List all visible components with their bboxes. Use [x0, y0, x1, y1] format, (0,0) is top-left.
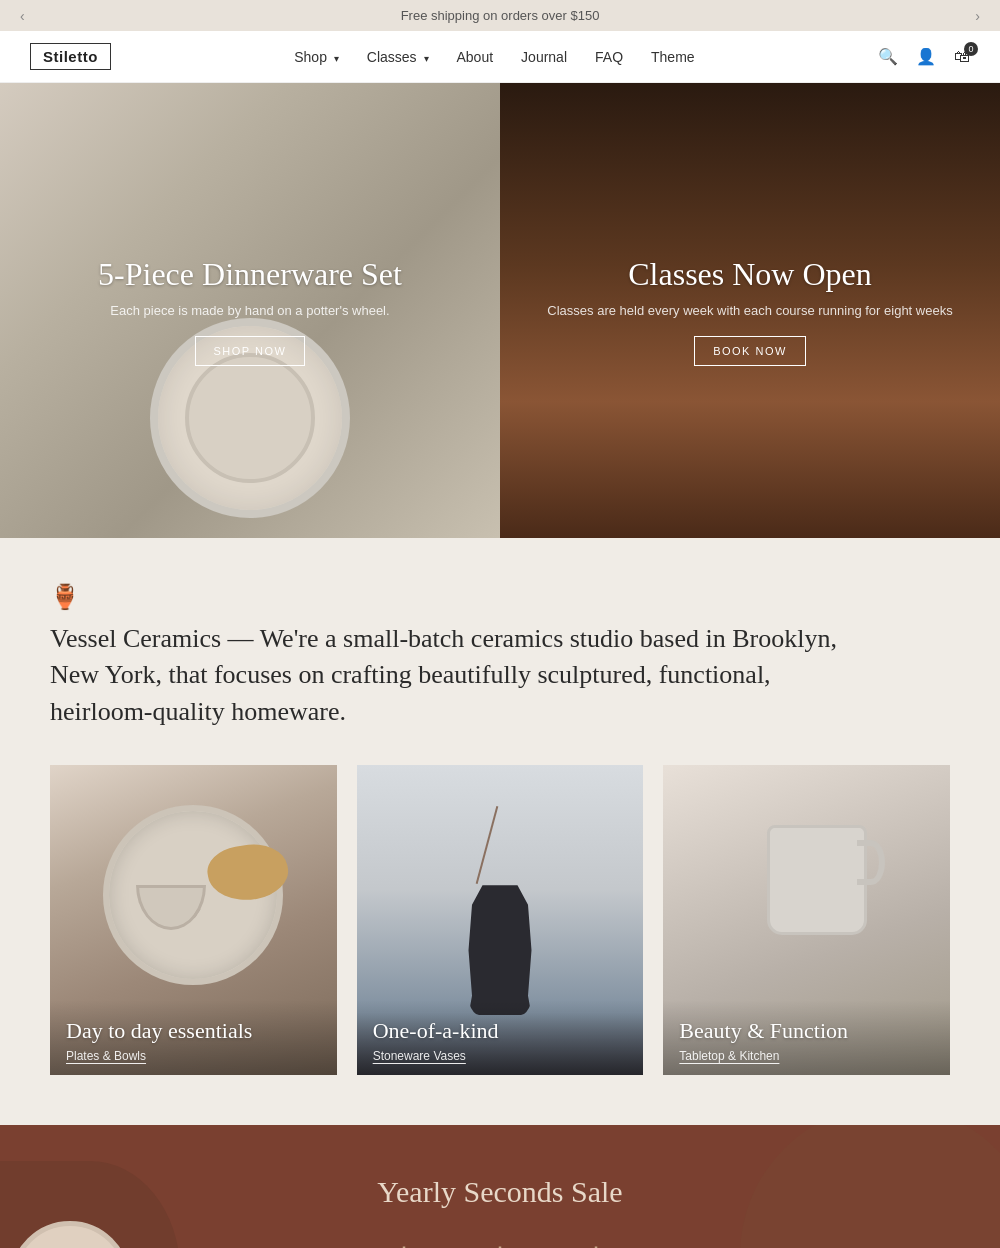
about-text: Vessel Ceramics — We're a small-batch ce… [50, 621, 850, 730]
category-card-1[interactable]: Day to day essentials Plates & Bowls [50, 765, 337, 1075]
cat2-vase-art [465, 885, 535, 1015]
search-icon[interactable]: 🔍 [878, 47, 898, 66]
category-card-2[interactable]: One-of-a-kind Stoneware Vases [357, 765, 644, 1075]
cat3-subtitle: Tabletop & Kitchen [679, 1049, 934, 1063]
site-header: Stiletto Shop ▾ Classes ▾ About Journal … [0, 31, 1000, 83]
nav-theme[interactable]: Theme [651, 49, 695, 65]
hero-right-title: Classes Now Open [547, 255, 952, 293]
countdown-sep-1: | [399, 1240, 409, 1248]
category-card-3[interactable]: Beauty & Function Tabletop & Kitchen [663, 765, 950, 1075]
countdown-days: 2 [321, 1234, 391, 1248]
countdown-minutes: 52 [513, 1234, 583, 1248]
cat1-title: Day to day essentials [66, 1018, 321, 1044]
hero-left-subtitle: Each piece is made by hand on a potter's… [98, 303, 402, 318]
account-icon[interactable]: 👤 [916, 47, 936, 66]
cat3-handle-art [857, 840, 885, 885]
cart-icon[interactable]: 🛍 0 [954, 48, 970, 66]
cart-badge: 0 [964, 42, 978, 56]
hero-left-text: 5-Piece Dinnerware Set Each piece is mad… [78, 235, 422, 386]
nav-shop[interactable]: Shop ▾ [294, 49, 339, 65]
header-icons: 🔍 👤 🛍 0 [878, 47, 970, 66]
announcement-bar: ‹ Free shipping on orders over $150 › [0, 0, 1000, 31]
countdown-hours: 9 [417, 1234, 487, 1248]
countdown-sep-2: | [495, 1240, 505, 1248]
sale-title: Yearly Seconds Sale [30, 1175, 970, 1209]
countdown: 2 | 9 | 52 | 2 [30, 1234, 970, 1248]
announcement-prev[interactable]: ‹ [20, 8, 25, 24]
cat1-overlay: Day to day essentials Plates & Bowls [50, 1000, 337, 1075]
about-section: 🏺 Vessel Ceramics — We're a small-batch … [0, 538, 1000, 765]
cat1-subtitle: Plates & Bowls [66, 1049, 321, 1063]
hero-right: Classes Now Open Classes are held every … [500, 83, 1000, 538]
cat2-overlay: One-of-a-kind Stoneware Vases [357, 1000, 644, 1075]
cat3-overlay: Beauty & Function Tabletop & Kitchen [663, 1000, 950, 1075]
nav-about[interactable]: About [457, 49, 494, 65]
cat2-title: One-of-a-kind [373, 1018, 628, 1044]
cat3-mug-art [767, 825, 867, 935]
cat2-subtitle: Stoneware Vases [373, 1049, 628, 1063]
categories-section: Day to day essentials Plates & Bowls One… [0, 765, 1000, 1125]
announcement-next[interactable]: › [975, 8, 980, 24]
hero-right-text: Classes Now Open Classes are held every … [527, 235, 972, 386]
classes-dropdown-icon: ▾ [424, 53, 429, 64]
hero-right-cta[interactable]: BOOK NOW [694, 336, 806, 366]
hero-section: 5-Piece Dinnerware Set Each piece is mad… [0, 83, 1000, 538]
hero-left-title: 5-Piece Dinnerware Set [98, 255, 402, 293]
announcement-text: Free shipping on orders over $150 [401, 8, 600, 23]
hero-right-subtitle: Classes are held every week with each co… [547, 303, 952, 318]
shop-dropdown-icon: ▾ [334, 53, 339, 64]
nav-faq[interactable]: FAQ [595, 49, 623, 65]
main-nav: Shop ▾ Classes ▾ About Journal FAQ Theme [294, 49, 694, 65]
hero-left: 5-Piece Dinnerware Set Each piece is mad… [0, 83, 500, 538]
ceramics-icon: 🏺 [50, 583, 950, 611]
nav-classes[interactable]: Classes ▾ [367, 49, 429, 65]
hero-left-cta[interactable]: SHOP NOW [195, 336, 306, 366]
cat3-title: Beauty & Function [679, 1018, 934, 1044]
countdown-seconds: 2 [609, 1234, 679, 1248]
countdown-sep-3: | [591, 1240, 601, 1248]
site-logo[interactable]: Stiletto [30, 43, 111, 70]
nav-journal[interactable]: Journal [521, 49, 567, 65]
sale-banner: Yearly Seconds Sale 2 | 9 | 52 | 2 [0, 1125, 1000, 1248]
